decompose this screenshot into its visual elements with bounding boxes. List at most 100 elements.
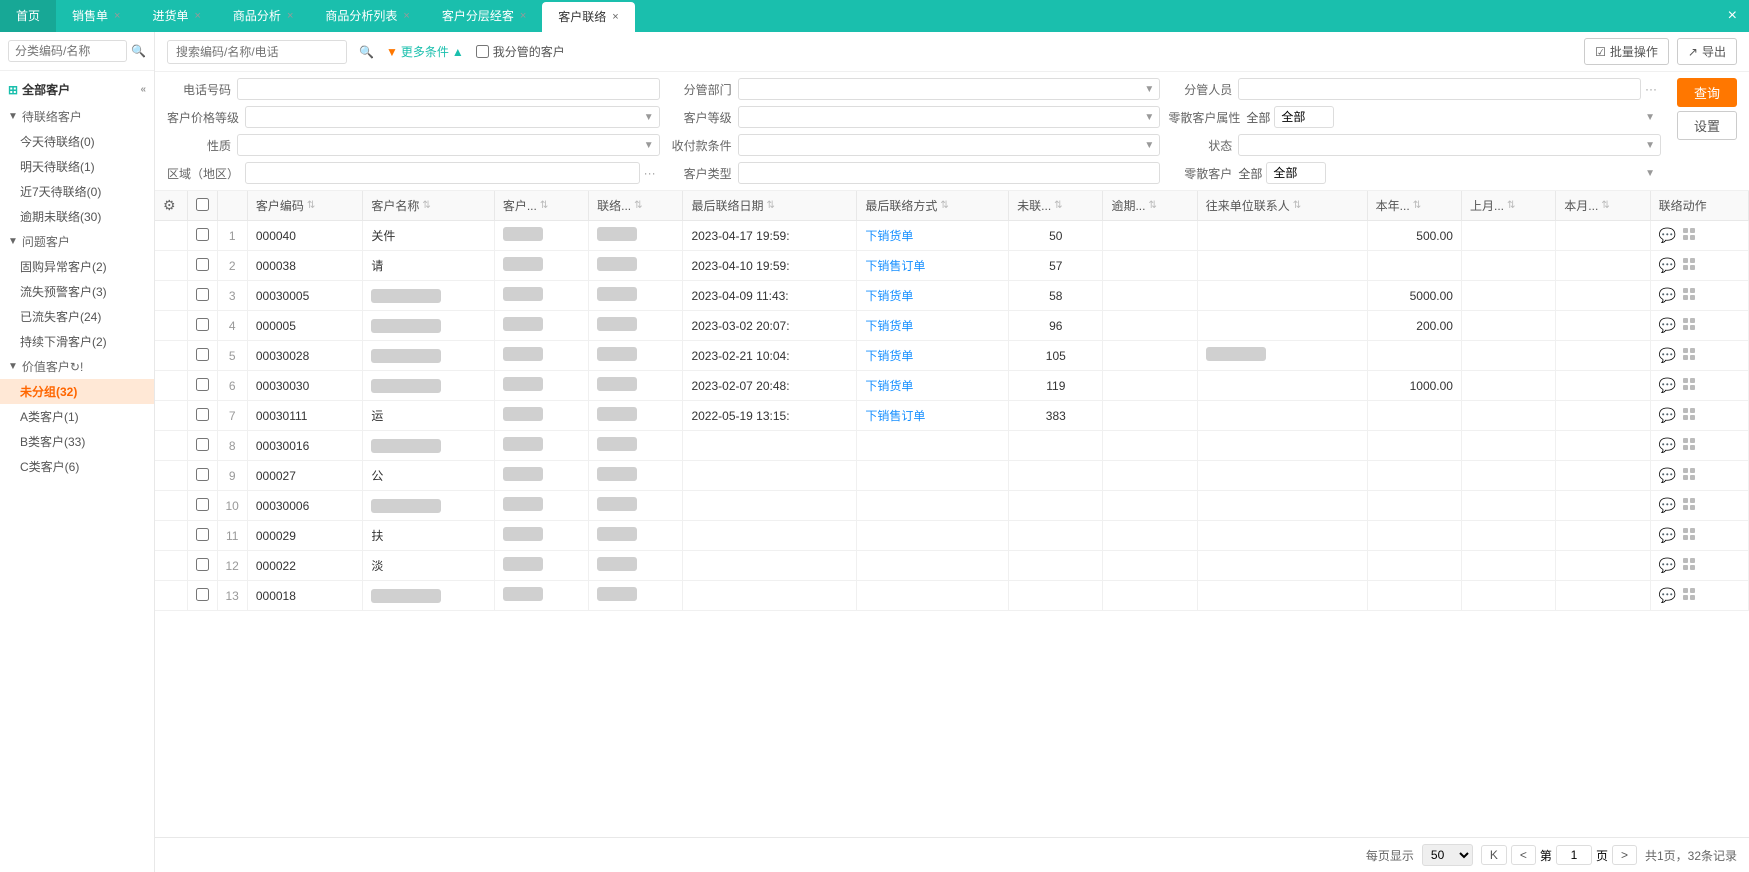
row-checkbox-cell[interactable] bbox=[187, 221, 217, 251]
sidebar-item-lost[interactable]: 已流失客户(24) bbox=[0, 304, 154, 329]
grid-action-icon[interactable] bbox=[1682, 467, 1696, 484]
retail-customer-select[interactable]: 全部 bbox=[1266, 162, 1326, 184]
last-method-link[interactable]: 下销货单 bbox=[865, 229, 913, 243]
sidebar-item-overdue[interactable]: 逾期未联络(30) bbox=[0, 204, 154, 229]
page-number-input[interactable] bbox=[1556, 845, 1592, 865]
row-name[interactable] bbox=[363, 431, 494, 461]
tab-purchase[interactable]: 进货单 × bbox=[136, 0, 216, 32]
row-checkbox-cell[interactable] bbox=[187, 371, 217, 401]
last-method-link[interactable]: 下销售订单 bbox=[865, 409, 925, 423]
page-next-button[interactable]: > bbox=[1612, 845, 1637, 865]
row-checkbox[interactable] bbox=[196, 318, 209, 331]
sort-this-month-icon[interactable]: ⇅ bbox=[1601, 200, 1609, 211]
row-name[interactable] bbox=[363, 581, 494, 611]
my-customers-checkbox-wrap[interactable]: 我分管的客户 bbox=[476, 43, 565, 60]
row-checkbox[interactable] bbox=[196, 378, 209, 391]
grid-action-icon[interactable] bbox=[1682, 557, 1696, 574]
sort-contact-icon[interactable]: ⇅ bbox=[634, 200, 642, 211]
sidebar-group-value[interactable]: ▼ 价值客户 ↻ ! bbox=[0, 354, 154, 379]
message-icon[interactable]: 💬 bbox=[1659, 557, 1676, 574]
retail-attr-select[interactable]: 全部 bbox=[1274, 106, 1334, 128]
last-method-link[interactable]: 下销货单 bbox=[865, 349, 913, 363]
payment-select[interactable] bbox=[738, 134, 1161, 156]
message-icon[interactable]: 💬 bbox=[1659, 467, 1676, 484]
sidebar-item-tomorrow[interactable]: 明天待联络(1) bbox=[0, 154, 154, 179]
nature-select[interactable] bbox=[237, 134, 660, 156]
row-name[interactable]: 公 bbox=[363, 461, 494, 491]
grid-action-icon[interactable] bbox=[1682, 257, 1696, 274]
sidebar-all-customers[interactable]: ⊞ 全部客户 « bbox=[0, 75, 154, 104]
row-checkbox-cell[interactable] bbox=[187, 311, 217, 341]
sort-last-month-icon[interactable]: ⇅ bbox=[1507, 200, 1515, 211]
tab-sales[interactable]: 销售单 × bbox=[56, 0, 136, 32]
row-name[interactable]: 请 bbox=[363, 251, 494, 281]
row-name[interactable]: 关件 bbox=[363, 221, 494, 251]
message-icon[interactable]: 💬 bbox=[1659, 437, 1676, 454]
export-button[interactable]: ↗ 导出 bbox=[1677, 38, 1737, 65]
last-method-link[interactable]: 下销售订单 bbox=[865, 259, 925, 273]
message-icon[interactable]: 💬 bbox=[1659, 257, 1676, 274]
grid-action-icon[interactable] bbox=[1682, 317, 1696, 334]
last-method-link[interactable]: 下销货单 bbox=[865, 379, 913, 393]
tab-sales-close[interactable]: × bbox=[114, 0, 120, 32]
grid-action-icon[interactable] bbox=[1682, 437, 1696, 454]
row-checkbox[interactable] bbox=[196, 468, 209, 481]
message-icon[interactable]: 💬 bbox=[1659, 497, 1676, 514]
sort-last-method-icon[interactable]: ⇅ bbox=[940, 200, 948, 211]
row-name[interactable]: 运 bbox=[363, 401, 494, 431]
message-icon[interactable]: 💬 bbox=[1659, 287, 1676, 304]
row-checkbox-cell[interactable] bbox=[187, 521, 217, 551]
phone-input[interactable] bbox=[237, 78, 660, 100]
row-name[interactable] bbox=[363, 281, 494, 311]
sidebar-item-unclassified[interactable]: 未分组(32) bbox=[0, 379, 154, 404]
message-icon[interactable]: 💬 bbox=[1659, 527, 1676, 544]
window-close-button[interactable]: × bbox=[1716, 7, 1749, 25]
sidebar-item-group-c[interactable]: C类客户(6) bbox=[0, 454, 154, 479]
customer-type-input[interactable] bbox=[738, 162, 1161, 184]
sort-overdue-icon[interactable]: ⇅ bbox=[1148, 200, 1156, 211]
sidebar-search-icon[interactable]: 🔍 bbox=[131, 44, 146, 58]
region-input[interactable] bbox=[245, 162, 640, 184]
status-select[interactable] bbox=[1238, 134, 1661, 156]
message-icon[interactable]: 💬 bbox=[1659, 317, 1676, 334]
row-name[interactable]: 淡 bbox=[363, 551, 494, 581]
gear-icon[interactable]: ⚙ bbox=[163, 197, 176, 213]
my-customers-checkbox[interactable] bbox=[476, 45, 489, 58]
row-checkbox[interactable] bbox=[196, 438, 209, 451]
row-checkbox[interactable] bbox=[196, 528, 209, 541]
message-icon[interactable]: 💬 bbox=[1659, 407, 1676, 424]
sort-code-icon[interactable]: ⇅ bbox=[307, 200, 315, 211]
sidebar-search-input[interactable] bbox=[8, 40, 127, 62]
row-checkbox[interactable] bbox=[196, 408, 209, 421]
row-checkbox[interactable] bbox=[196, 498, 209, 511]
row-checkbox[interactable] bbox=[196, 288, 209, 301]
sidebar-item-declining[interactable]: 持续下滑客户(2) bbox=[0, 329, 154, 354]
dept-select[interactable] bbox=[738, 78, 1161, 100]
filter-more-button[interactable]: ▼ 更多条件 ▲ bbox=[386, 43, 464, 60]
row-name[interactable] bbox=[363, 491, 494, 521]
refresh-icon[interactable]: ↻ bbox=[70, 360, 80, 374]
row-name[interactable] bbox=[363, 341, 494, 371]
last-method-link[interactable]: 下销货单 bbox=[865, 289, 913, 303]
row-checkbox-cell[interactable] bbox=[187, 581, 217, 611]
filter-search-button[interactable]: 🔍 bbox=[359, 45, 374, 59]
tab-product-analysis[interactable]: 商品分析 × bbox=[217, 0, 309, 32]
tab-purchase-close[interactable]: × bbox=[194, 0, 200, 32]
row-checkbox[interactable] bbox=[196, 258, 209, 271]
row-checkbox-cell[interactable] bbox=[187, 281, 217, 311]
row-checkbox[interactable] bbox=[196, 228, 209, 241]
grid-action-icon[interactable] bbox=[1682, 527, 1696, 544]
message-icon[interactable]: 💬 bbox=[1659, 347, 1676, 364]
row-name[interactable]: 扶 bbox=[363, 521, 494, 551]
last-method-link[interactable]: 下销货单 bbox=[865, 319, 913, 333]
query-button[interactable]: 查询 bbox=[1677, 78, 1737, 107]
sidebar-item-churn-risk[interactable]: 流失预警客户(3) bbox=[0, 279, 154, 304]
page-prev-button[interactable]: < bbox=[1511, 845, 1536, 865]
select-all-checkbox[interactable] bbox=[196, 198, 209, 211]
sidebar-group-problem[interactable]: ▼ 问题客户 bbox=[0, 229, 154, 254]
tab-customer-segment-close[interactable]: × bbox=[520, 0, 526, 32]
filter-search-input[interactable] bbox=[167, 40, 347, 64]
tab-customer-contact[interactable]: 客户联络 × bbox=[542, 2, 634, 32]
row-checkbox-cell[interactable] bbox=[187, 491, 217, 521]
row-checkbox-cell[interactable] bbox=[187, 431, 217, 461]
